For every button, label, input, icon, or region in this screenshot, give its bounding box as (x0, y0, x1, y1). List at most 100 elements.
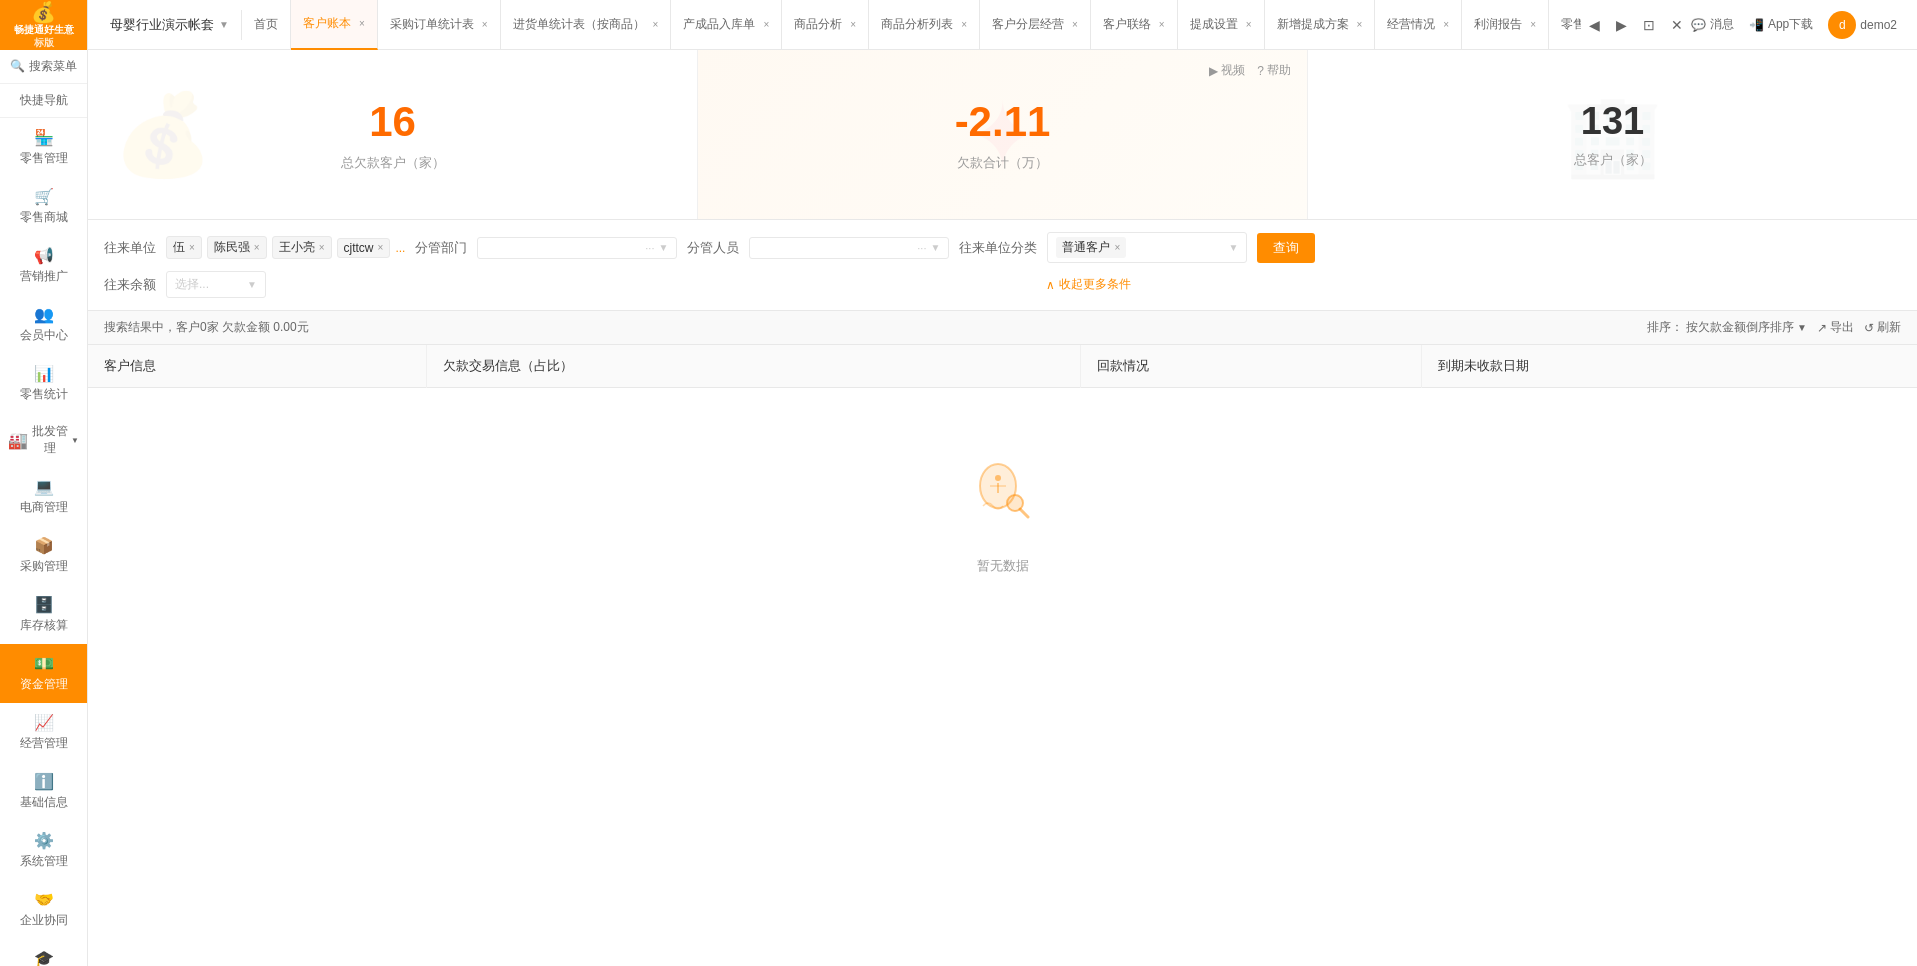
sidebar-item-inventory[interactable]: 🗄️ 库存核算 (0, 585, 87, 644)
sidebar-item-marketing[interactable]: 📢 营销推广 (0, 236, 87, 295)
filter-tag-wang-text: 王小亮 (279, 239, 315, 256)
tab-raise-setting-close[interactable]: × (1246, 19, 1252, 30)
tab-customer-segment-close[interactable]: × (1072, 19, 1078, 30)
remaining-filter-label: 往来余额 (104, 276, 156, 294)
content-area: 💰 16 总欠款客户（家） ✦ -2.11 欠款合计（万） ▶ 视频 ? 帮 (88, 50, 1917, 966)
tab-raise-setting-label: 提成设置 (1190, 16, 1238, 33)
tab-purchase-order[interactable]: 采购订单统计表 × (378, 0, 501, 50)
tab-purchase-order-close[interactable]: × (482, 19, 488, 30)
sidebar-item-ecommerce[interactable]: 💻 电商管理 (0, 467, 87, 526)
brand-logo: 💰 畅捷通好生意 标版 (0, 0, 87, 50)
sidebar-item-label-marketing: 营销推广 (20, 268, 68, 285)
tab-goods-analysis-label: 商品分析 (794, 16, 842, 33)
tab-new-raise[interactable]: 新增提成方案 × (1265, 0, 1376, 50)
tab-retail-profit[interactable]: 零售利润（ × (1549, 0, 1581, 50)
more-tags-btn[interactable]: ... (395, 241, 405, 255)
message-btn[interactable]: 💬 消息 (1691, 16, 1734, 33)
tab-profit-report-close[interactable]: × (1530, 19, 1536, 30)
filter-tag-chen-close[interactable]: × (254, 242, 260, 253)
tab-customer-segment[interactable]: 客户分层经营 × (980, 0, 1091, 50)
query-button[interactable]: 查询 (1257, 233, 1315, 263)
tab-goods-analysis[interactable]: 商品分析 × (782, 0, 869, 50)
sidebar-item-member[interactable]: 👥 会员中心 (0, 295, 87, 354)
tab-customer-contact-close[interactable]: × (1159, 19, 1165, 30)
export-btn[interactable]: ↗ 导出 (1817, 319, 1854, 336)
logo-icon: 💰 (31, 0, 56, 24)
tab-purchase-stats-close[interactable]: × (653, 19, 659, 30)
enterprise-coop-icon: 🤝 (34, 890, 54, 909)
sidebar-item-operation[interactable]: 📈 经营管理 (0, 703, 87, 762)
operation-icon: 📈 (34, 713, 54, 732)
tab-product-warehouse[interactable]: 产成品入库单 × (671, 0, 782, 50)
tab-goods-analysis-list[interactable]: 商品分析列表 × (869, 0, 980, 50)
filter-tag-wu-close[interactable]: × (189, 242, 195, 253)
tab-purchase-stats[interactable]: 进货单统计表（按商品） × (501, 0, 672, 50)
unit-category-tag-close[interactable]: × (1114, 242, 1120, 253)
sidebar-item-purchase[interactable]: 📦 采购管理 (0, 526, 87, 585)
tab-raise-setting[interactable]: 提成设置 × (1178, 0, 1265, 50)
brand-name: 畅捷通好生意 (14, 24, 74, 36)
unit-category-select[interactable]: 普通客户 × ▼ (1047, 232, 1247, 263)
result-bar: 搜索结果中，客户0家 欠款金额 0.00元 排序： 按欠款金额倒序排序 ▼ ↗ … (88, 311, 1917, 345)
col-repayment: 回款情况 (1081, 345, 1422, 388)
sort-btn[interactable]: 排序： 按欠款金额倒序排序 ▼ (1647, 319, 1807, 336)
unit-filter-tags: 伍 × 陈民强 × 王小亮 × cjttcw × ... (166, 236, 405, 259)
manager-filter-select[interactable]: ··· ▼ (749, 237, 949, 259)
brand-dropdown[interactable]: 母婴行业演示帐套 ▼ (98, 10, 242, 40)
stat-total-debt-value: -2.11 (955, 98, 1051, 146)
tab-operation[interactable]: 经营情况 × (1375, 0, 1462, 50)
svg-line-5 (1020, 509, 1028, 517)
result-actions: 排序： 按欠款金额倒序排序 ▼ ↗ 导出 ↺ 刷新 (1647, 319, 1901, 336)
finance-icon: 💵 (34, 654, 54, 673)
tab-new-raise-close[interactable]: × (1357, 19, 1363, 30)
purchase-icon: 📦 (34, 536, 54, 555)
message-label: 消息 (1710, 16, 1734, 33)
sidebar-item-new-guide[interactable]: 🎓 新手引导 (0, 939, 87, 966)
sidebar-item-retail-mgmt[interactable]: 🏪 零售管理 (0, 118, 87, 177)
tab-home[interactable]: 首页 (242, 0, 291, 50)
tab-close-all[interactable]: ✕ (1663, 0, 1691, 49)
new-guide-icon: 🎓 (34, 949, 54, 966)
sidebar-item-enterprise-coop[interactable]: 🤝 企业协同 (0, 880, 87, 939)
filter-tag-cjttcw-close[interactable]: × (378, 242, 384, 253)
sidebar-item-basic-info[interactable]: ℹ️ 基础信息 (0, 762, 87, 821)
tab-product-warehouse-close[interactable]: × (763, 19, 769, 30)
tab-maximize[interactable]: ⊡ (1635, 0, 1663, 49)
dept-filter-select[interactable]: ··· ▼ (477, 237, 677, 259)
export-icon: ↗ (1817, 321, 1827, 335)
help-btn[interactable]: ? 帮助 (1257, 62, 1291, 79)
filter-tag-wang-close[interactable]: × (319, 242, 325, 253)
empty-icon (963, 448, 1043, 542)
sort-label: 排序： (1647, 319, 1683, 336)
tab-goods-analysis-list-close[interactable]: × (961, 19, 967, 30)
table-container: 客户信息 欠款交易信息（占比） 回款情况 到期未收款日期 (88, 345, 1917, 966)
tab-profit-report[interactable]: 利润报告 × (1462, 0, 1549, 50)
tab-customer-balance[interactable]: 客户账本 × (291, 0, 378, 50)
sidebar-item-retail-mall[interactable]: 🛒 零售商城 (0, 177, 87, 236)
search-menu-label: 搜索菜单 (29, 59, 77, 73)
sidebar-item-wholesale[interactable]: 🏭 批发管理 ▼ (0, 413, 87, 467)
tab-nav-prev[interactable]: ◀ (1581, 0, 1608, 49)
tab-customer-balance-close[interactable]: × (359, 18, 365, 29)
sidebar-item-system[interactable]: ⚙️ 系统管理 (0, 821, 87, 880)
tab-customer-contact[interactable]: 客户联络 × (1091, 0, 1178, 50)
sidebar-item-retail-stats[interactable]: 📊 零售统计 (0, 354, 87, 413)
member-icon: 👥 (34, 305, 54, 324)
tab-nav-next[interactable]: ▶ (1608, 0, 1635, 49)
tab-customer-segment-label: 客户分层经营 (992, 16, 1064, 33)
search-menu[interactable]: 🔍 搜索菜单 (0, 50, 87, 84)
tab-operation-close[interactable]: × (1443, 19, 1449, 30)
tab-goods-analysis-close[interactable]: × (850, 19, 856, 30)
user-profile-btn[interactable]: d demo2 (1828, 11, 1897, 39)
video-btn[interactable]: ▶ 视频 (1209, 62, 1245, 79)
quick-nav[interactable]: 快捷导航 (0, 84, 87, 118)
export-label: 导出 (1830, 319, 1854, 336)
ecommerce-icon: 💻 (34, 477, 54, 496)
help-icon: ? (1257, 64, 1264, 78)
sidebar-item-finance[interactable]: 💵 资金管理 (0, 644, 87, 703)
collapse-btn[interactable]: ∧ 收起更多条件 (1046, 276, 1131, 293)
app-download-btn[interactable]: 📲 App下载 (1749, 16, 1813, 33)
remaining-filter-select[interactable]: 选择... ▼ (166, 271, 266, 298)
refresh-btn[interactable]: ↺ 刷新 (1864, 319, 1901, 336)
inventory-icon: 🗄️ (34, 595, 54, 614)
